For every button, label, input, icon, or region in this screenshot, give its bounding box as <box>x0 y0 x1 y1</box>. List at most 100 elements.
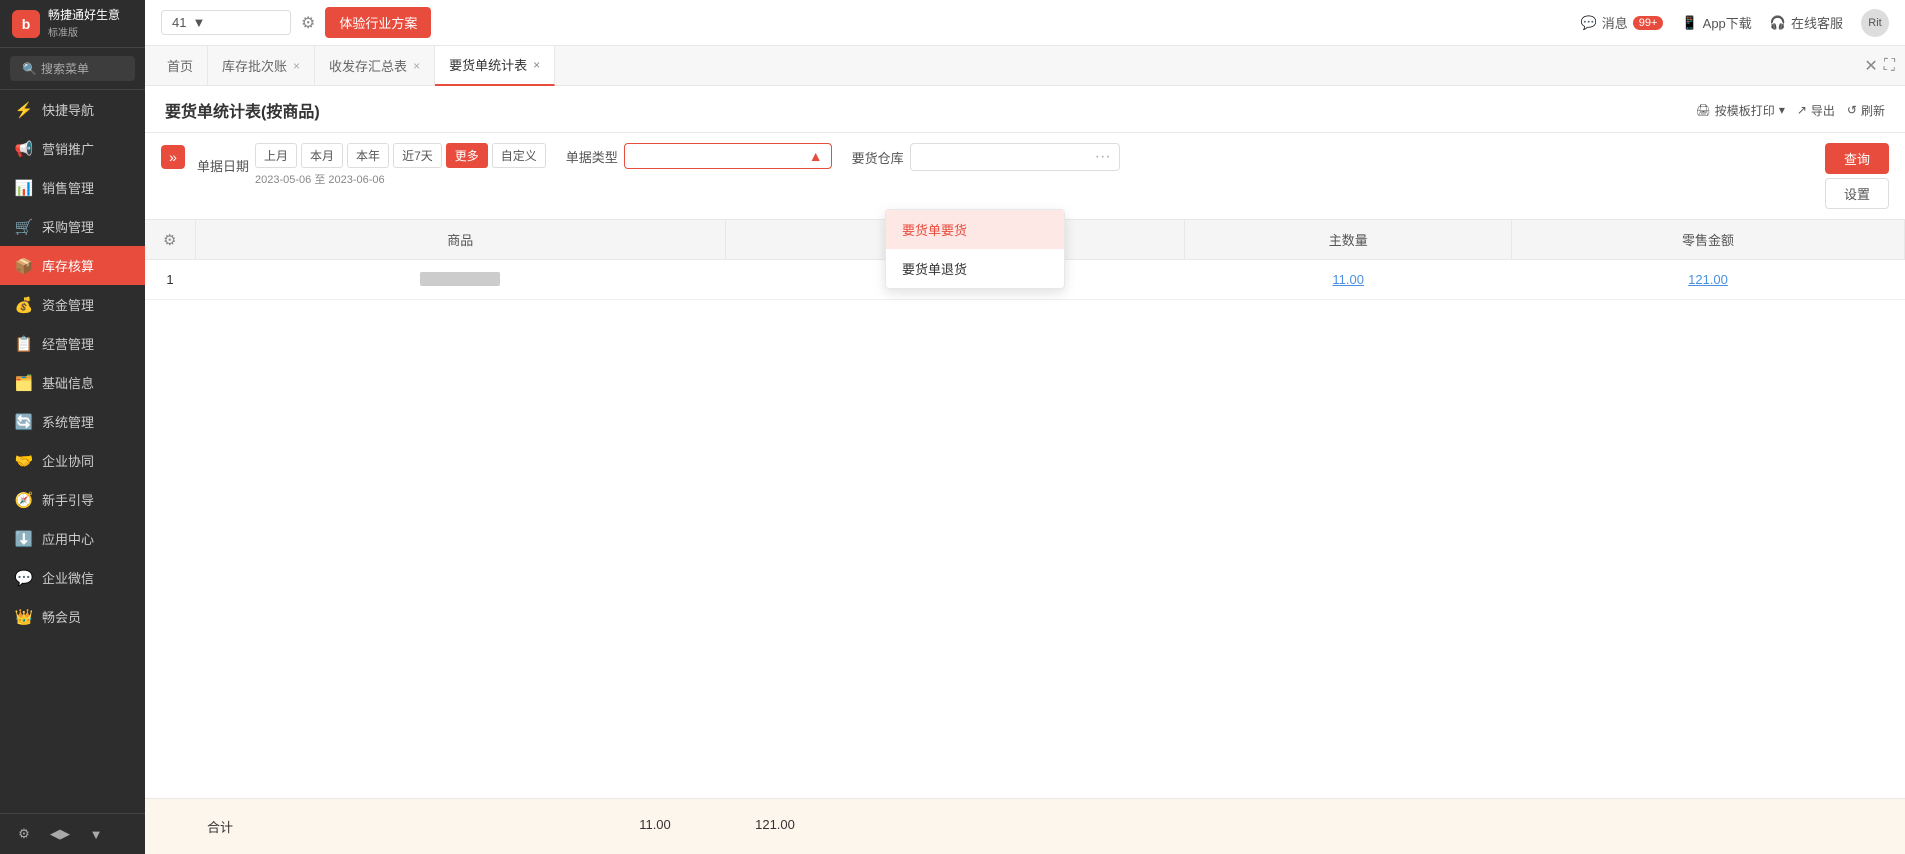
tab-batch-account-close[interactable]: × <box>293 59 300 73</box>
warehouse-input[interactable] <box>919 150 1095 165</box>
export-icon: ↗ <box>1797 103 1807 117</box>
filter-expand-btn[interactable]: » <box>161 145 185 169</box>
bill-type-filter-group: 单据类型 ▲ <box>566 143 832 169</box>
filter-bar: » 单据日期 上月 本月 本年 近7天 更多 自定义 <box>145 133 1905 220</box>
sidebar-item-vip[interactable]: 👑 畅会员 <box>0 597 145 636</box>
tab-order-summary-close[interactable]: × <box>533 58 540 72</box>
messages-btn[interactable]: 💬 消息 99+ <box>1581 13 1664 32</box>
cell-amount: 121.00 <box>1512 260 1905 300</box>
tabs-close-all-icon[interactable]: ✕ <box>1864 56 1877 76</box>
sidebar-bottom: ⚙ ◀▶ ▼ <box>0 813 145 854</box>
refresh-icon: ↺ <box>1847 103 1857 117</box>
sidebar-item-purchase[interactable]: 🛒 采购管理 <box>0 207 145 246</box>
sidebar-item-sales[interactable]: 📊 销售管理 <box>0 168 145 207</box>
headset-icon: 🎧 <box>1770 15 1786 31</box>
th-settings[interactable]: ⚙ <box>145 220 195 260</box>
sidebar-search-area[interactable]: 🔍 搜索菜单 <box>0 48 145 90</box>
bill-type-chevron-up-icon[interactable]: ▲ <box>809 148 823 164</box>
scroll-down-icon[interactable]: ▼ <box>86 824 106 844</box>
purchase-icon: 🛒 <box>14 218 34 236</box>
top-right: 💬 消息 99+ 📱 App下载 🎧 在线客服 Rit <box>1581 9 1889 37</box>
logo-text: 畅捷通好生意 标准版 <box>48 8 120 39</box>
sidebar-item-quick-nav[interactable]: ⚡ 快捷导航 <box>0 90 145 129</box>
filter-actions: 查询 设置 <box>1825 143 1889 209</box>
online-service-btn[interactable]: 🎧 在线客服 <box>1770 13 1843 32</box>
sidebar-search-btn[interactable]: 🔍 搜索菜单 <box>10 56 135 81</box>
page-content: 要货单统计表(按商品) 🖨 按模板打印 ▾ ↗ 导出 ↺ 刷新 <box>145 86 1905 854</box>
trial-industry-button[interactable]: 体验行业方案 <box>325 7 431 38</box>
sidebar-item-enterprise[interactable]: 🤝 企业协同 <box>0 441 145 480</box>
date-buttons: 上月 本月 本年 近7天 更多 自定义 <box>255 143 546 168</box>
sidebar-item-wechat[interactable]: 💬 企业微信 <box>0 558 145 597</box>
filter-fields: 单据日期 上月 本月 本年 近7天 更多 自定义 2023-05-06 至 20… <box>197 143 1825 191</box>
sidebar-item-marketing[interactable]: 📢 营销推广 <box>0 129 145 168</box>
settings-gear-icon[interactable]: ⚙ <box>301 13 315 33</box>
search-icon: 🔍 <box>22 62 37 76</box>
tabs-right-buttons: ✕ ⛶ <box>1864 56 1895 76</box>
page-actions: 🖨 按模板打印 ▾ ↗ 导出 ↺ 刷新 <box>1696 102 1885 119</box>
bill-type-select[interactable]: ▲ <box>624 143 832 169</box>
tab-order-summary[interactable]: 要货单统计表 × <box>435 46 555 86</box>
sidebar-item-inventory[interactable]: 📦 库存核算 <box>0 246 145 285</box>
footer-cells: 合计 11.00 121.00 <box>145 809 1905 844</box>
sidebar-item-guide[interactable]: 🧭 新手引导 <box>0 480 145 519</box>
collapse-icon[interactable]: ◀▶ <box>50 824 70 844</box>
query-button[interactable]: 查询 <box>1825 143 1889 174</box>
basic-info-icon: 🗂️ <box>14 374 34 392</box>
date-filter-label: 单据日期 <box>197 156 249 175</box>
system-icon: 🔄 <box>14 413 34 431</box>
tabs-bar: 首页 库存批次账 × 收发存汇总表 × 要货单统计表 × ✕ ⛶ <box>145 46 1905 86</box>
refresh-btn[interactable]: ↺ 刷新 <box>1847 102 1885 119</box>
th-product: 商品 <box>195 220 726 260</box>
tabs-fullscreen-icon[interactable]: ⛶ <box>1884 57 1895 75</box>
user-avatar[interactable]: Rit <box>1861 9 1889 37</box>
store-selector-arrow: ▼ <box>192 15 205 30</box>
sidebar: b 畅捷通好生意 标准版 🔍 搜索菜单 ⚡ 快捷导航 📢 营销推广 📊 销售管理… <box>0 0 145 854</box>
export-btn[interactable]: ↗ 导出 <box>1797 102 1835 119</box>
app-center-icon: ⬇️ <box>14 530 34 548</box>
tab-receivable-summary[interactable]: 收发存汇总表 × <box>315 46 435 86</box>
date-btn-custom[interactable]: 自定义 <box>492 143 546 168</box>
expand-icon: » <box>169 149 177 165</box>
wechat-icon: 💬 <box>14 569 34 587</box>
amount-link[interactable]: 121.00 <box>1688 272 1728 287</box>
sidebar-item-system[interactable]: 🔄 系统管理 <box>0 402 145 441</box>
date-btn-more[interactable]: 更多 <box>446 143 488 168</box>
footer-spacer-left <box>145 809 195 844</box>
store-selector[interactable]: 41 ▼ <box>161 10 291 35</box>
sidebar-item-app-center[interactable]: ⬇️ 应用中心 <box>0 519 145 558</box>
sidebar-item-operations[interactable]: 📋 经营管理 <box>0 324 145 363</box>
tab-batch-account[interactable]: 库存批次账 × <box>208 46 315 86</box>
bill-type-input[interactable] <box>633 149 809 164</box>
warehouse-select[interactable]: ··· <box>910 143 1120 171</box>
operations-icon: 📋 <box>14 335 34 353</box>
tab-home[interactable]: 首页 <box>153 46 208 86</box>
sidebar-item-finance[interactable]: 💰 资金管理 <box>0 285 145 324</box>
tab-receivable-summary-close[interactable]: × <box>413 59 420 73</box>
quantity-link[interactable]: 11.00 <box>1332 272 1364 287</box>
th-amount: 零售金额 <box>1512 220 1905 260</box>
date-btn-last-month[interactable]: 上月 <box>255 143 297 168</box>
table-settings-gear-icon[interactable]: ⚙ <box>163 232 176 249</box>
dropdown-item-order-delivery[interactable]: 要货单要货 <box>886 210 1064 249</box>
date-btn-this-month[interactable]: 本月 <box>301 143 343 168</box>
dropdown-item-order-return[interactable]: 要货单退货 <box>886 249 1064 288</box>
sidebar-logo: b 畅捷通好生意 标准版 <box>0 0 145 48</box>
settings-button[interactable]: 设置 <box>1825 178 1889 209</box>
date-filter-group: 单据日期 上月 本月 本年 近7天 更多 自定义 2023-05-06 至 20… <box>197 143 546 187</box>
warehouse-more-icon[interactable]: ··· <box>1095 148 1111 166</box>
footer-amount: 121.00 <box>715 809 835 844</box>
cell-quantity: 11.00 <box>1185 260 1512 300</box>
footer-unit <box>495 809 595 844</box>
date-range-display: 2023-05-06 至 2023-06-06 <box>255 171 546 187</box>
finance-icon: 💰 <box>14 296 34 314</box>
date-btn-this-year[interactable]: 本年 <box>347 143 389 168</box>
template-print-btn[interactable]: 🖨 按模板打印 ▾ <box>1696 102 1785 119</box>
chevron-down-icon: ▾ <box>1779 103 1785 117</box>
settings-bottom-icon[interactable]: ⚙ <box>14 824 34 844</box>
sidebar-item-basic-info[interactable]: 🗂️ 基础信息 <box>0 363 145 402</box>
app-download-btn[interactable]: 📱 App下载 <box>1681 13 1751 32</box>
top-left: 41 ▼ ⚙ 体验行业方案 <box>161 7 431 38</box>
footer-quantity: 11.00 <box>595 809 715 844</box>
date-btn-last-7days[interactable]: 近7天 <box>393 143 442 168</box>
